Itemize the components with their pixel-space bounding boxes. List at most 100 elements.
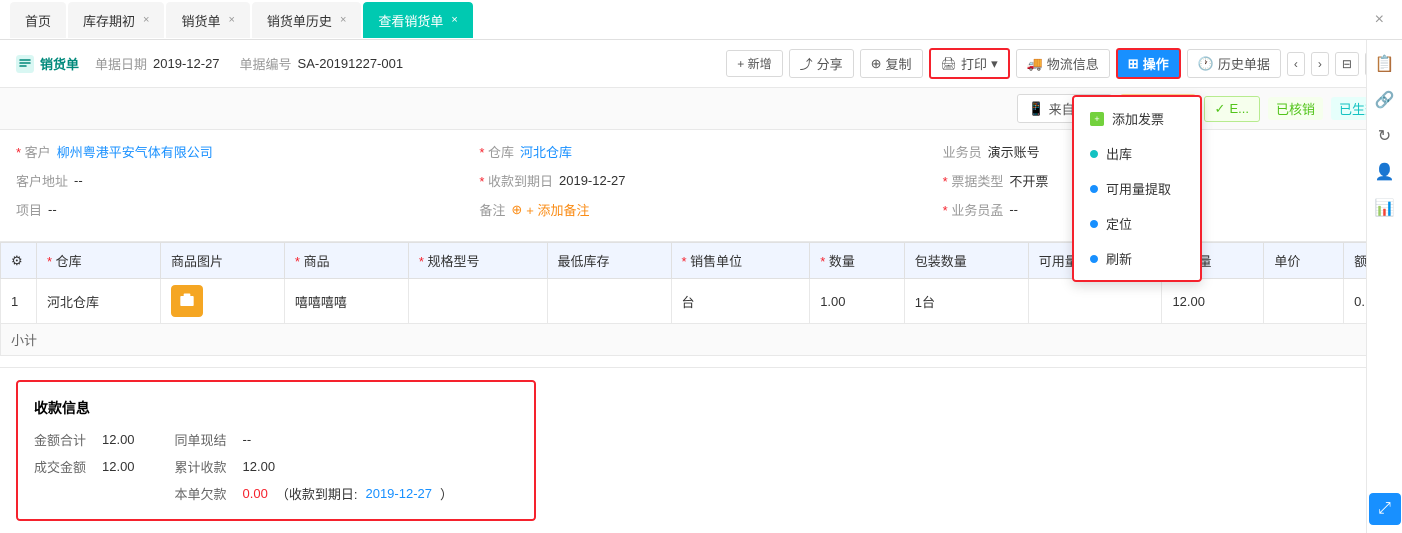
history-button[interactable]: 🕐 历史单据 (1187, 49, 1281, 78)
tab-sales-order[interactable]: 销货单 × (166, 2, 249, 38)
col-min-stock: 最低库存 (547, 243, 671, 279)
print-label: 打印 (961, 54, 987, 73)
receipt-deal-row: 成交金额 12.00 (34, 457, 135, 476)
row-sales-unit: 台 (671, 279, 810, 324)
sales-staff-label: 业务员孟 (943, 200, 1004, 219)
staff-value: 演示账号 (988, 142, 1040, 161)
sales-staff-value: -- (1009, 202, 1018, 217)
outbound-label: 出库 (1106, 144, 1132, 163)
receipt-owed-value: 0.00 (243, 486, 268, 501)
mobile-icon: 📱 (1028, 101, 1044, 117)
history-icon: 🕐 (1198, 56, 1214, 72)
product-image-icon (177, 291, 197, 311)
tab-sales-history[interactable]: 销货单历史 × (252, 2, 361, 38)
tab-inventory-init[interactable]: 库存期初 × (68, 2, 164, 38)
grid-view-button[interactable]: ⊟ (1335, 52, 1359, 76)
dropdown-locate[interactable]: 定位 (1074, 206, 1200, 241)
row-no: 1 (1, 279, 37, 324)
customer-value[interactable]: 柳州粤港平安气体有限公司 (57, 142, 213, 161)
doc-type-icon (16, 55, 34, 73)
col-settings: ⚙ (1, 243, 37, 279)
doc-type-label: 销货单 (40, 54, 79, 73)
doc-meta: 单据日期 2019-12-27 单据编号 SA-20191227-001 (95, 54, 710, 73)
row-quantity: 1.00 (810, 279, 905, 324)
tab-home[interactable]: 首页 (10, 2, 66, 38)
locate-icon (1090, 220, 1098, 228)
doc-date-label: 单据日期 (95, 54, 147, 73)
doc-number-label: 单据编号 (240, 54, 292, 73)
print-button[interactable]: 🖨 打印 ▾ (929, 48, 1010, 79)
logistics-label: 物流信息 (1047, 54, 1099, 73)
copy-label: 复制 (886, 54, 912, 73)
warehouse-label: 仓库 (479, 142, 514, 161)
tab-close-icon[interactable]: × (340, 14, 346, 26)
receipt-info-panel: 收款信息 金额合计 12.00 成交金额 12.00 同单现结 -- (16, 380, 536, 521)
dropdown-qty-extract[interactable]: 可用量提取 (1074, 171, 1200, 206)
sidebar-icon-4[interactable]: 👤 (1369, 156, 1401, 188)
receipt-title: 收款信息 (34, 398, 518, 418)
doc-number-field: 单据编号 SA-20191227-001 (240, 54, 404, 73)
window-close-button[interactable]: × (1367, 7, 1392, 33)
qty-extract-icon (1090, 185, 1098, 193)
address-value: -- (74, 173, 83, 188)
warehouse-field: 仓库 河北仓库 (479, 142, 922, 161)
share-button[interactable]: ⤴ 分享 (789, 49, 854, 78)
dropdown-outbound[interactable]: 出库 (1074, 136, 1200, 171)
copy-icon: ⊕ (871, 56, 882, 72)
address-field: 客户地址 -- (16, 171, 459, 190)
sidebar-icon-2[interactable]: 🔗 (1369, 84, 1401, 116)
row-min-stock (547, 279, 671, 324)
invoice-label: 票据类型 (943, 171, 1004, 190)
row-pack-qty: 1台 (904, 279, 1028, 324)
row-unit-price (1264, 279, 1344, 324)
sidebar-icon-5[interactable]: 📊 (1369, 192, 1401, 224)
receipt-cumulative-row: 累计收款 12.00 (175, 457, 453, 476)
receipt-cumulative-label: 累计收款 (175, 457, 235, 476)
operate-button[interactable]: ⊞ 操作 (1116, 48, 1181, 79)
subtotal-label: 小计 (1, 324, 1402, 356)
tab-view-sales[interactable]: 查看销货单 × (363, 2, 472, 38)
locate-label: 定位 (1106, 214, 1132, 233)
note-add-button[interactable]: ⊕ + 添加备注 (511, 200, 589, 219)
row-product: 嘻嘻嘻嘻 (284, 279, 408, 324)
check1-icon: ✓ (1215, 101, 1226, 117)
share-label: 分享 (817, 54, 843, 73)
row-available (1028, 279, 1162, 324)
prev-button[interactable]: ‹ (1287, 52, 1305, 76)
receipt-cumulative-value: 12.00 (243, 459, 276, 474)
tab-close-icon[interactable]: × (451, 14, 457, 26)
subtotal-row: 小计 (1, 324, 1402, 356)
col-product-img: 商品图片 (160, 243, 284, 279)
logistics-button[interactable]: 🚚 物流信息 (1016, 49, 1110, 78)
tab-bar: 首页 库存期初 × 销货单 × 销货单历史 × 查看销货单 × × (0, 0, 1402, 40)
sidebar-icon-1[interactable]: 📋 (1369, 48, 1401, 80)
warehouse-value[interactable]: 河北仓库 (520, 142, 572, 161)
operate-label: 操作 (1143, 54, 1169, 73)
doc-date-value: 2019-12-27 (153, 56, 220, 71)
add-invoice-label: 添加发票 (1112, 109, 1164, 128)
note-label: 备注 (479, 200, 505, 219)
col-product: * 商品 (284, 243, 408, 279)
table-row: 1 河北仓库 嘻嘻嘻嘻 台 1.00 1台 12.00 (1, 279, 1402, 324)
tab-close-icon[interactable]: × (143, 14, 149, 26)
note-add-label: + 添加备注 (526, 200, 589, 219)
copy-button[interactable]: ⊕ 复制 (860, 49, 923, 78)
settings-icon[interactable]: ⚙ (11, 253, 23, 268)
receipt-deal-value: 12.00 (102, 459, 135, 474)
check1-button[interactable]: ✓ E... (1204, 96, 1260, 122)
next-button[interactable]: › (1311, 52, 1329, 76)
new-button[interactable]: + 新增 (726, 50, 782, 77)
sidebar-icon-3[interactable]: ↻ (1369, 120, 1401, 152)
receipt-owed-date: 2019-12-27 (365, 486, 432, 501)
receipt-owed-row: 本单欠款 0.00 （收款到期日: 2019-12-27 ） (175, 484, 453, 503)
print-icon: 🖨 (941, 56, 958, 72)
dropdown-refresh[interactable]: 刷新 (1074, 241, 1200, 276)
check1-label: E... (1229, 101, 1249, 116)
col-unit-price: 单价 (1264, 243, 1344, 279)
col-warehouse: * 仓库 (37, 243, 161, 279)
sidebar-expand-button[interactable]: ⤢ (1369, 493, 1401, 525)
receipt-total-value: 12.00 (102, 432, 135, 447)
tab-close-icon[interactable]: × (228, 14, 234, 26)
row-current-stock: 12.00 (1162, 279, 1264, 324)
dropdown-add-invoice[interactable]: + 添加发票 (1074, 101, 1200, 136)
